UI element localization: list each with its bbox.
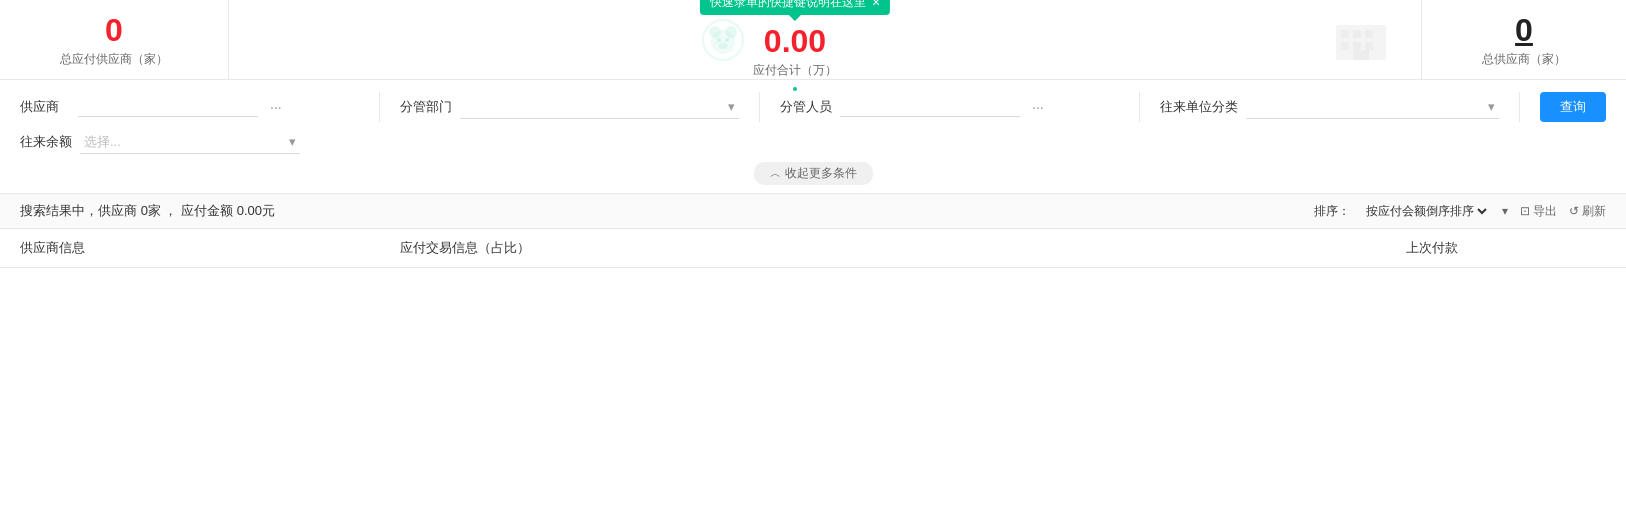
export-icon: ⊡ — [1520, 204, 1530, 218]
sort-label: 排序： — [1314, 203, 1350, 220]
table-col-last-payment: 上次付款 — [1406, 239, 1606, 257]
filter-balance: 往来余额 选择... ▾ — [20, 130, 300, 154]
amount-value: 0.00元 — [237, 203, 275, 218]
unit-label: 往来单位分类 — [1160, 98, 1238, 116]
divider-2 — [759, 92, 760, 122]
svg-point-6 — [718, 43, 728, 49]
results-summary: 搜索结果中，供应商 0家 ， 应付金额 0.00元 — [20, 202, 275, 220]
refresh-label: 刷新 — [1582, 203, 1606, 220]
refresh-icon: ↺ — [1569, 204, 1579, 218]
export-button[interactable]: ⊡ 导出 — [1520, 203, 1557, 220]
results-bar: 搜索结果中，供应商 0家 ， 应付金额 0.00元 排序： 按应付会额倒序排序 … — [0, 194, 1626, 229]
tooltip-dot — [791, 85, 799, 93]
export-label: 导出 — [1533, 203, 1557, 220]
sort-select[interactable]: 按应付会额倒序排序 — [1362, 203, 1490, 219]
filter-unit: 往来单位分类 ▾ — [1160, 95, 1499, 119]
svg-rect-12 — [1353, 42, 1361, 50]
table-header: 供应商信息 应付交易信息（占比） 上次付款 — [0, 229, 1626, 268]
unit-chevron: ▾ — [1488, 99, 1495, 114]
filter-department: 分管部门 ▾ — [400, 95, 739, 119]
filter-row-2: 往来余额 选择... ▾ — [20, 130, 1606, 154]
search-prefix: 搜索结果中，供应商 — [20, 203, 137, 218]
table-col-transaction: 应付交易信息（占比） — [400, 239, 1406, 257]
filter-supplier: 供应商 ··· — [20, 97, 359, 117]
supplier-dots[interactable]: ··· — [266, 99, 286, 115]
balance-placeholder: 选择... — [84, 133, 121, 151]
payable-total-number: 0.00 — [764, 22, 826, 60]
filter-section: 供应商 ··· 分管部门 ▾ 分管人员 ··· 往来单位分类 ▾ — [0, 80, 1626, 194]
results-actions: 排序： 按应付会额倒序排序 ▾ ⊡ 导出 ↺ 刷新 — [1314, 203, 1606, 220]
supplier-input[interactable] — [78, 97, 258, 117]
balance-select[interactable]: 选择... ▾ — [80, 130, 300, 154]
stat-payable-total: 快速录单的快捷键说明在这里 × 0.00 应付合计（万） — [753, 0, 837, 79]
supplier-count: 0家 — [141, 203, 161, 218]
payable-suppliers-label: 总应付供应商（家） — [60, 51, 168, 68]
filter-row-1: 供应商 ··· 分管部门 ▾ 分管人员 ··· 往来单位分类 ▾ — [20, 92, 1606, 122]
top-stats-bar: 0 总应付供应商（家） 快速录单的快捷键说明在这里 × 0.00 — [0, 0, 1626, 80]
middle-section: 快速录单的快捷键说明在这里 × 0.00 应付合计（万） — [229, 0, 1301, 79]
collapse-label: 收起更多条件 — [785, 165, 857, 182]
chevron-up-icon: ︿ — [770, 166, 781, 181]
stat-payable-suppliers: 0 总应付供应商（家） — [0, 0, 229, 79]
building-icon-area — [1301, 0, 1421, 79]
query-button[interactable]: 查询 — [1540, 92, 1606, 122]
divider-4 — [1519, 92, 1520, 122]
amount-separator: ， — [164, 203, 177, 218]
collapse-button[interactable]: ︿ 收起更多条件 — [754, 162, 873, 185]
svg-point-5 — [725, 38, 729, 42]
svg-point-4 — [717, 38, 721, 42]
tooltip-close-icon[interactable]: × — [872, 0, 880, 9]
balance-chevron: ▾ — [289, 134, 296, 149]
filter-person: 分管人员 ··· — [780, 97, 1119, 117]
person-label: 分管人员 — [780, 98, 832, 116]
svg-rect-13 — [1365, 42, 1373, 50]
unit-select[interactable]: ▾ — [1246, 95, 1499, 119]
payable-total-label: 应付合计（万） — [753, 62, 837, 79]
department-chevron: ▾ — [728, 99, 735, 114]
payable-suppliers-number: 0 — [105, 11, 123, 49]
tooltip-bubble: 快速录单的快捷键说明在这里 × — [700, 0, 890, 15]
stat-total-suppliers: 0 总供应商（家） — [1421, 0, 1626, 79]
department-select[interactable]: ▾ — [460, 95, 739, 119]
person-dots[interactable]: ··· — [1028, 99, 1048, 115]
total-suppliers-number: 0 — [1515, 11, 1533, 49]
bear-icon — [693, 10, 753, 70]
svg-rect-10 — [1365, 30, 1373, 38]
svg-point-3 — [711, 30, 735, 54]
refresh-button[interactable]: ↺ 刷新 — [1569, 203, 1606, 220]
supplier-label: 供应商 — [20, 98, 70, 116]
person-input[interactable] — [840, 97, 1020, 117]
svg-rect-11 — [1341, 42, 1349, 50]
department-label: 分管部门 — [400, 98, 452, 116]
tooltip-text: 快速录单的快捷键说明在这里 — [710, 0, 866, 11]
svg-rect-9 — [1353, 30, 1361, 38]
amount-label: 应付金额 — [181, 203, 233, 218]
collapse-row: ︿ 收起更多条件 — [20, 162, 1606, 185]
table-body — [0, 268, 1626, 515]
total-suppliers-label: 总供应商（家） — [1482, 51, 1566, 68]
svg-rect-8 — [1341, 30, 1349, 38]
sort-chevron: ▾ — [1502, 204, 1508, 218]
divider-1 — [379, 92, 380, 122]
svg-rect-14 — [1353, 50, 1369, 60]
table-col-supplier: 供应商信息 — [20, 239, 400, 257]
balance-label: 往来余额 — [20, 133, 72, 151]
divider-3 — [1139, 92, 1140, 122]
